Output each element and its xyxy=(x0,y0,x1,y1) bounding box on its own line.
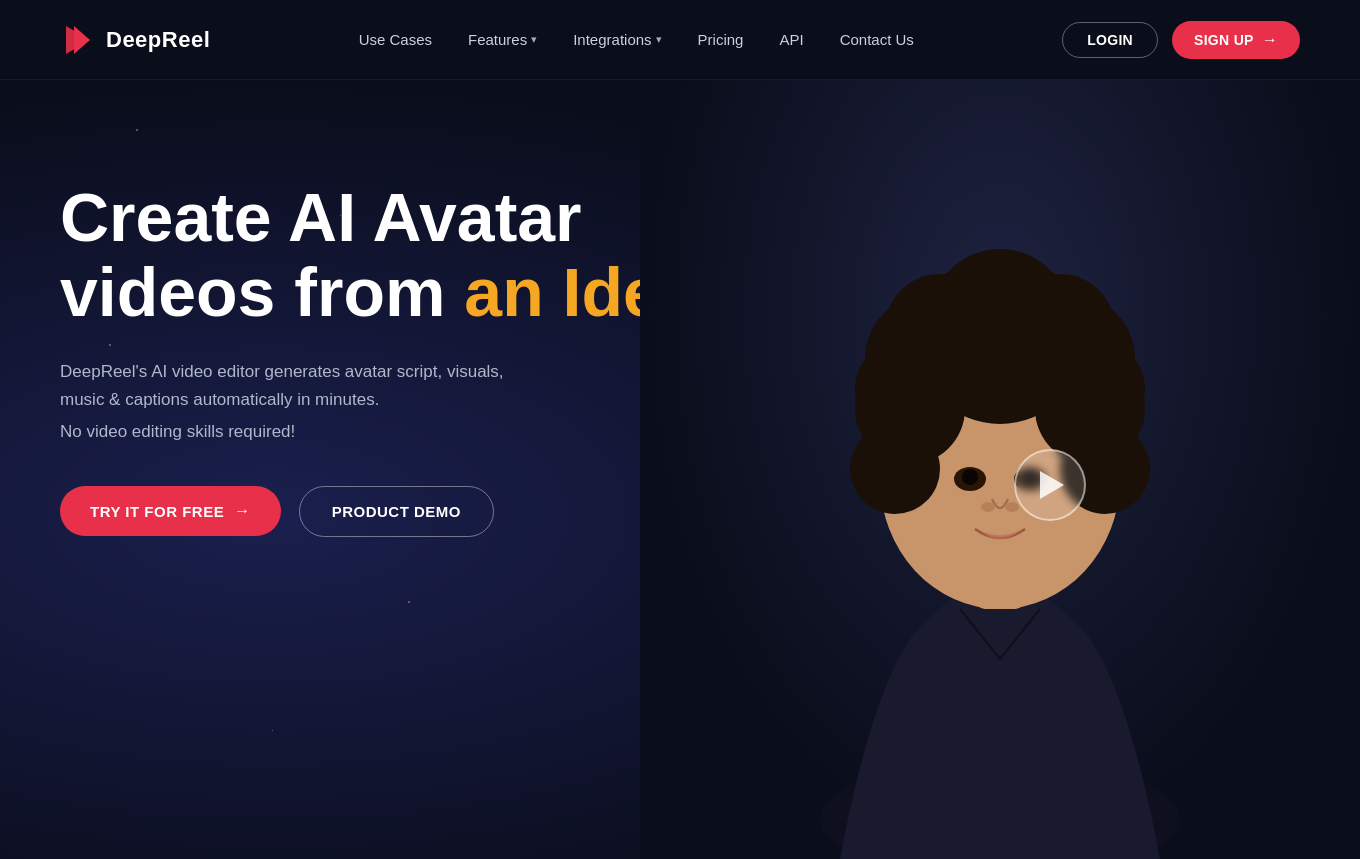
hero-subtitle: DeepReel's AI video editor generates ava… xyxy=(60,358,600,414)
hero-title: Create AI Avatar videos from an Idea xyxy=(60,180,700,330)
navbar: DeepReel Use Cases Features ▾ Integratio… xyxy=(0,0,1360,80)
hero-visual xyxy=(640,80,1360,859)
svg-point-16 xyxy=(1045,339,1145,439)
chevron-down-icon: ▾ xyxy=(531,33,537,46)
svg-point-22 xyxy=(1005,502,1019,512)
svg-point-21 xyxy=(981,502,995,512)
hero-section: Create AI Avatar videos from an Idea Dee… xyxy=(0,80,1360,859)
logo-link[interactable]: DeepReel xyxy=(60,22,210,58)
nav-item-features[interactable]: Features ▾ xyxy=(468,31,537,48)
nav-item-use-cases[interactable]: Use Cases xyxy=(359,31,432,48)
nav-actions: LOGIN SIGN UP → xyxy=(1062,21,1300,59)
login-button[interactable]: LOGIN xyxy=(1062,22,1158,58)
logo-icon xyxy=(60,22,96,58)
svg-marker-1 xyxy=(74,26,90,54)
nav-item-api[interactable]: API xyxy=(779,31,803,48)
hero-no-skill: No video editing skills required! xyxy=(60,422,700,442)
arrow-right-icon: → xyxy=(234,502,251,520)
svg-point-19 xyxy=(962,469,978,485)
arrow-right-icon: → xyxy=(1262,31,1278,49)
nav-item-pricing[interactable]: Pricing xyxy=(698,31,744,48)
play-icon xyxy=(1040,471,1064,499)
signup-button[interactable]: SIGN UP → xyxy=(1172,21,1300,59)
nav-item-integrations[interactable]: Integrations ▾ xyxy=(573,31,661,48)
try-free-button[interactable]: TRY IT FOR FREE → xyxy=(60,486,281,536)
chevron-down-icon: ▾ xyxy=(656,33,662,46)
play-button[interactable] xyxy=(1014,449,1086,521)
product-demo-button[interactable]: PRODUCT DEMO xyxy=(299,486,494,537)
svg-point-15 xyxy=(855,339,955,439)
nav-links: Use Cases Features ▾ Integrations ▾ Pric… xyxy=(359,31,914,48)
logo-text: DeepReel xyxy=(106,27,210,53)
hero-buttons: TRY IT FOR FREE → PRODUCT DEMO xyxy=(60,486,700,537)
nav-item-contact[interactable]: Contact Us xyxy=(840,31,914,48)
avatar-image xyxy=(710,99,1290,859)
svg-point-14 xyxy=(930,249,1070,389)
hero-content: Create AI Avatar videos from an Idea Dee… xyxy=(60,160,700,537)
